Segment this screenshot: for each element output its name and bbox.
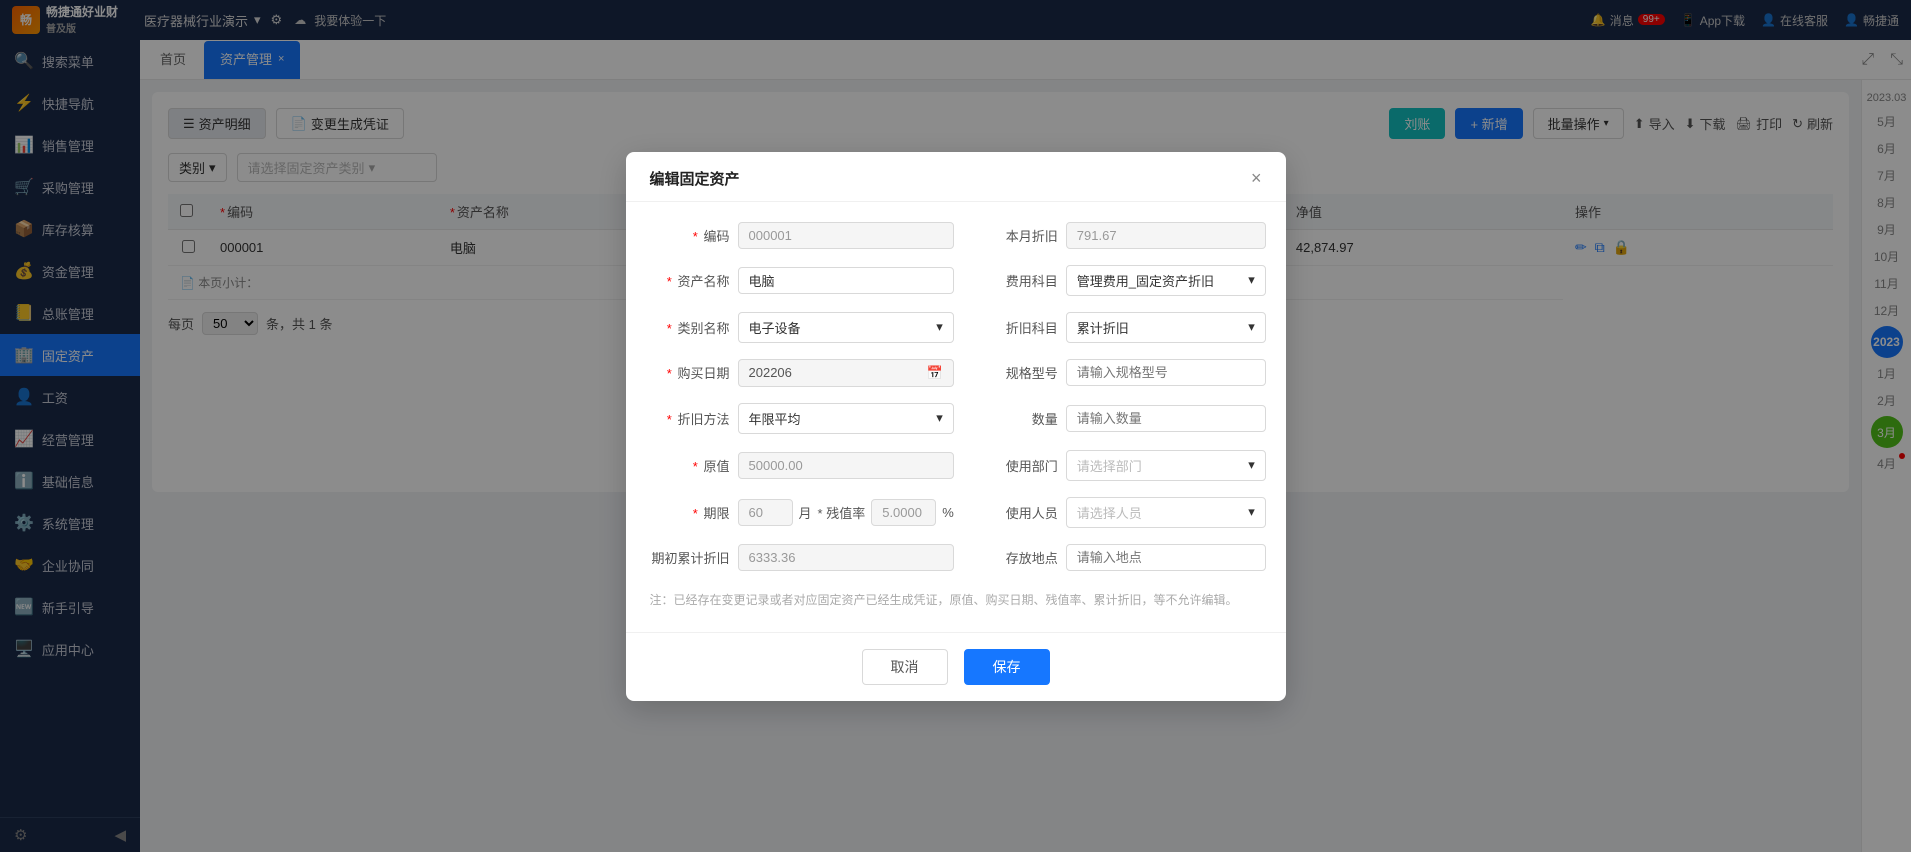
user-select[interactable]: 请选择人员 ▾ [1066, 497, 1266, 528]
form-row-quantity: 数量 [978, 403, 1266, 434]
category-select[interactable]: 电子设备 ▾ [738, 312, 954, 343]
form-row-dep-account: 折旧科目 累计折旧 ▾ [978, 312, 1266, 343]
dep-account-select[interactable]: 累计折旧 ▾ [1066, 312, 1266, 343]
edit-asset-modal: 编辑固定资产 × * 编码 本月折旧 [626, 152, 1286, 701]
dep-arrow-icon: ▾ [1248, 319, 1255, 335]
code-label: * 编码 [650, 226, 730, 245]
form-row-purchase-date: * 购买日期 202206 📅 [650, 359, 954, 387]
modal-body: * 编码 本月折旧 * 资产名称 [626, 202, 1286, 632]
location-input[interactable] [1066, 544, 1266, 571]
form-row-user: 使用人员 请选择人员 ▾ [978, 497, 1266, 528]
form-row-initial-dep: 期初累计折旧 [650, 544, 954, 571]
dep-method-label: * 折旧方法 [650, 409, 730, 428]
residual-rate-label: * 残值率 [818, 503, 866, 522]
modal-overlay: 编辑固定资产 × * 编码 本月折旧 [0, 0, 1911, 852]
form-row-asset-name: * 资产名称 [650, 265, 954, 296]
form-row-original-value: * 原值 [650, 450, 954, 481]
cancel-button[interactable]: 取消 [862, 649, 948, 685]
modal-header: 编辑固定资产 × [626, 152, 1286, 202]
period-input[interactable] [738, 499, 793, 526]
initial-dep-input[interactable] [738, 544, 954, 571]
asset-form: * 编码 本月折旧 * 资产名称 [650, 222, 1262, 612]
quantity-label: 数量 [978, 409, 1058, 428]
asset-name-label: * 资产名称 [650, 271, 730, 290]
initial-dep-label: 期初累计折旧 [650, 548, 730, 567]
save-button[interactable]: 保存 [964, 649, 1050, 685]
quantity-input[interactable] [1066, 405, 1266, 432]
dep-account-label: 折旧科目 [978, 318, 1058, 337]
modal-footer: 取消 保存 [626, 632, 1286, 701]
form-row-code: * 编码 [650, 222, 954, 249]
user-arrow-icon: ▾ [1248, 504, 1255, 520]
original-value-label: * 原值 [650, 456, 730, 475]
expense-arrow-icon: ▾ [1248, 272, 1255, 288]
dep-method-arrow-icon: ▾ [936, 410, 943, 426]
monthly-dep-input[interactable] [1066, 222, 1266, 249]
form-row-category: * 类别名称 电子设备 ▾ [650, 312, 954, 343]
asset-name-input[interactable] [738, 267, 954, 294]
spec-label: 规格型号 [978, 363, 1058, 382]
residual-rate-input[interactable] [871, 499, 936, 526]
dep-method-select[interactable]: 年限平均 ▾ [738, 403, 954, 434]
period-label: * 期限 [650, 503, 730, 522]
code-input[interactable] [738, 222, 954, 249]
category-arrow-icon: ▾ [936, 319, 943, 335]
department-arrow-icon: ▾ [1248, 457, 1255, 473]
modal-close-btn[interactable]: × [1251, 168, 1262, 189]
modal-title: 编辑固定资产 [650, 168, 740, 189]
form-row-period: * 期限 月 * 残值率 % [650, 497, 954, 528]
purchase-date-input[interactable]: 202206 📅 [738, 359, 954, 387]
monthly-dep-label: 本月折旧 [978, 226, 1058, 245]
form-row-monthly-dep: 本月折旧 [978, 222, 1266, 249]
category-label: * 类别名称 [650, 318, 730, 337]
form-note: 注：已经存在变更记录或者对应固定资产已经生成凭证，原值、购买日期、残值率、累计折… [650, 587, 1266, 612]
form-row-dep-method: * 折旧方法 年限平均 ▾ [650, 403, 954, 434]
original-value-input[interactable] [738, 452, 954, 479]
location-label: 存放地点 [978, 548, 1058, 567]
purchase-date-label: * 购买日期 [650, 363, 730, 382]
form-row-location: 存放地点 [978, 544, 1266, 571]
spec-input[interactable] [1066, 359, 1266, 386]
user-label: 使用人员 [978, 503, 1058, 522]
calendar-icon: 📅 [927, 365, 943, 381]
expense-account-select[interactable]: 管理费用_固定资产折旧 ▾ [1066, 265, 1266, 296]
form-row-department: 使用部门 请选择部门 ▾ [978, 450, 1266, 481]
residual-rate-unit-label: % [942, 505, 954, 520]
department-select[interactable]: 请选择部门 ▾ [1066, 450, 1266, 481]
period-unit-label: 月 [799, 503, 812, 522]
period-group: 月 * 残值率 % [738, 499, 954, 526]
department-label: 使用部门 [978, 456, 1058, 475]
expense-account-label: 费用科目 [978, 271, 1058, 290]
form-row-spec: 规格型号 [978, 359, 1266, 387]
form-row-expense-account: 费用科目 管理费用_固定资产折旧 ▾ [978, 265, 1266, 296]
